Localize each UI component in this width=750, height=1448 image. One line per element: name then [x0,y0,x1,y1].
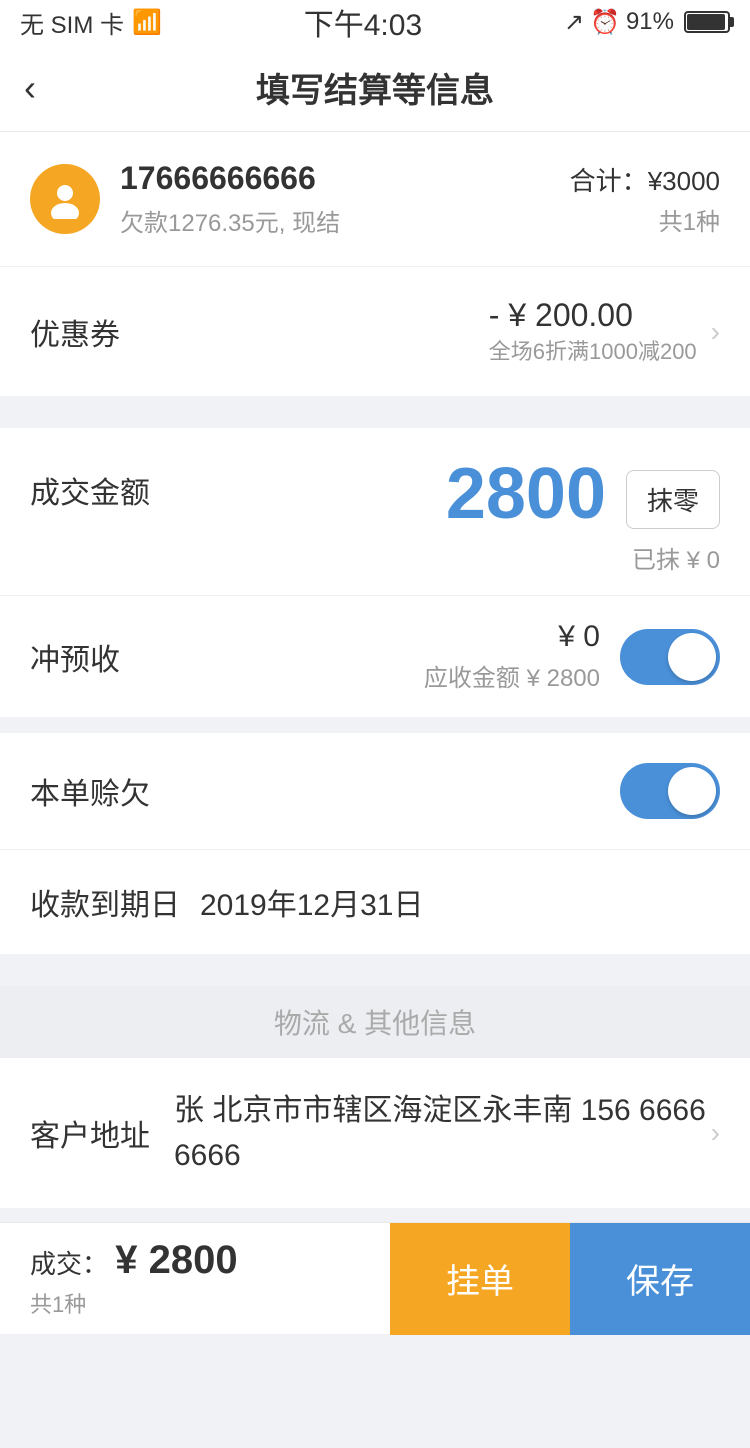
status-time: 下午4:03 [304,0,422,44]
user-row: 17666666666 欠款1276.35元, 现结 合计：¥3000 共1种 [0,132,750,266]
battery-percent: 91% [626,8,674,36]
hold-button[interactable]: 挂单 [390,1223,570,1335]
chevron-right-icon: › [711,316,720,348]
avatar [30,164,100,234]
amount-label: 成交金额 [30,468,150,512]
coupon-row[interactable]: 优惠券 - ¥ 200.00 全场6折满1000减200 › [0,266,750,396]
user-info-text: 17666666666 欠款1276.35元, 现结 [120,160,340,238]
debt-toggle-knob [668,767,716,815]
bottom-deal-value: ¥ 2800 [115,1238,237,1282]
debt-label: 本单赊欠 [30,769,150,813]
address-row[interactable]: 客户地址 张 北京市市辖区海淀区永丰南 156 6666 6666 › [0,1058,750,1208]
coupon-label: 优惠券 [30,310,120,354]
amount-section: 成交金额 2800 抹零 已抹 ¥ 0 冲预收 ¥ 0 应收金额 ¥ 2800 [0,428,750,717]
user-total-label: 合计：¥3000 [570,161,720,198]
alarm-icon: ⏰ [590,8,620,37]
address-label: 客户地址 [30,1111,150,1155]
due-date-value: 2019年12月31日 [200,880,423,924]
prepay-label: 冲预收 [30,635,120,679]
bottom-deal: 成交： ¥ 2800 [30,1238,360,1283]
status-left: 无 SIM 卡 📶 [20,5,162,40]
due-date-label: 收款到期日 [30,880,180,924]
location-icon: ↗ [564,8,584,37]
bottom-info: 成交： ¥ 2800 共1种 [0,1238,390,1319]
status-bar: 无 SIM 卡 📶 下午4:03 ↗ ⏰ 91% [0,0,750,44]
address-value: 张 北京市市辖区海淀区永丰南 156 6666 6666 [174,1088,711,1178]
bottom-count: 共1种 [30,1287,360,1319]
logistics-divider-text: 物流 & 其他信息 [274,1002,476,1042]
amount-row: 成交金额 2800 抹零 [0,428,750,540]
battery-icon [684,11,730,33]
prepay-row: 冲预收 ¥ 0 应收金额 ¥ 2800 [0,595,750,717]
save-button[interactable]: 保存 [570,1223,750,1335]
prepay-amounts: ¥ 0 应收金额 ¥ 2800 [424,620,600,693]
debt-card: 本单赊欠 收款到期日 2019年12月31日 [0,733,750,954]
prepay-due: 应收金额 ¥ 2800 [424,658,600,693]
user-total-count: 共1种 [570,202,720,237]
debt-row: 本单赊欠 [0,733,750,849]
back-button[interactable]: ‹ [24,67,36,109]
wifi-icon: 📶 [132,8,162,37]
separator-3 [0,970,750,986]
separator-1 [0,412,750,428]
amount-value: 2800 [446,458,606,530]
coupon-right: - ¥ 200.00 全场6折满1000减200 › [489,297,720,366]
page-title: 填写结算等信息 [256,63,494,112]
status-right: ↗ ⏰ 91% [564,8,730,37]
prepay-toggle[interactable] [620,629,720,685]
amount-right: 2800 抹零 [446,458,720,530]
coupon-desc: 全场6折满1000减200 [489,334,697,366]
prepay-right: ¥ 0 应收金额 ¥ 2800 [424,620,720,693]
round-btn[interactable]: 抹零 [626,470,720,529]
logistics-divider: 物流 & 其他信息 [0,986,750,1058]
separator-2 [0,717,750,733]
user-right: 合计：¥3000 共1种 [570,161,720,237]
user-debt: 欠款1276.35元, 现结 [120,203,340,238]
nav-bar: ‹ 填写结算等信息 [0,44,750,132]
bottom-bar: 成交： ¥ 2800 共1种 挂单 保存 [0,1222,750,1334]
address-chevron-icon: › [711,1117,720,1149]
no-sim-text: 无 SIM 卡 [20,5,124,40]
user-phone: 17666666666 [120,160,340,197]
prepay-value: ¥ 0 [424,620,600,654]
coupon-discount: - ¥ 200.00 [489,297,701,334]
user-left: 17666666666 欠款1276.35元, 现结 [30,160,340,238]
debt-toggle[interactable] [620,763,720,819]
toggle-knob [668,633,716,681]
due-date-row: 收款到期日 2019年12月31日 [0,849,750,954]
amount-sub: 已抹 ¥ 0 [0,540,750,595]
user-info-card: 17666666666 欠款1276.35元, 现结 合计：¥3000 共1种 … [0,132,750,396]
